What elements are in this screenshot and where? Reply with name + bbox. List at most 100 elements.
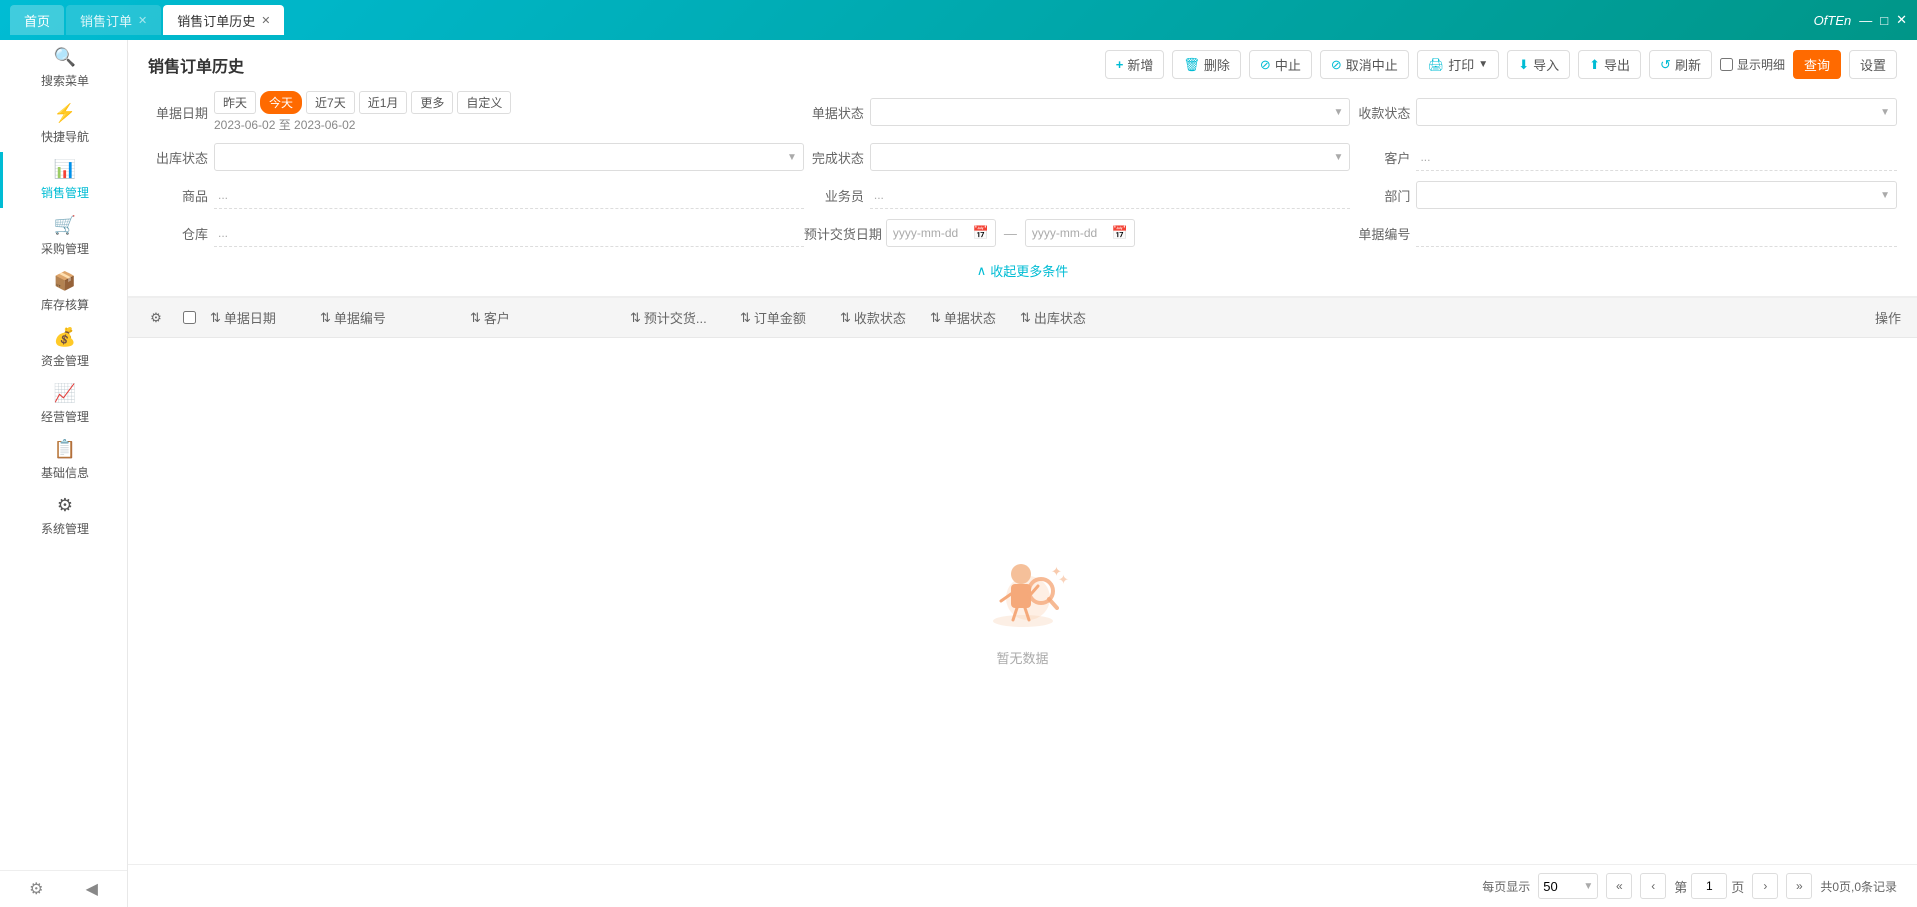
filter-out-status-select[interactable]: ▼ [214, 143, 804, 171]
delete-button[interactable]: 🗑 删除 [1172, 50, 1241, 79]
filter-salesperson-input[interactable]: ... [870, 181, 1351, 209]
filter-department-select[interactable]: ▼ [1416, 181, 1897, 209]
first-page-btn[interactable]: « [1606, 873, 1632, 899]
complete-status-arrow: ▼ [1334, 152, 1344, 163]
tab-sales-order-close[interactable]: ✕ [138, 14, 147, 27]
select-all-checkbox[interactable] [183, 311, 196, 324]
filter-row-4: 仓库 ... 预计交货日期 yyyy-mm-dd 📅 — yyy [148, 219, 1897, 247]
th-order-status[interactable]: ⇅ 单据状态 [924, 308, 1014, 327]
print-dropdown-icon: ▼ [1478, 59, 1488, 70]
th-date-label: 单据日期 [224, 308, 276, 327]
show-detail-checkbox[interactable] [1720, 58, 1733, 71]
th-recv-status[interactable]: ⇅ 收款状态 [834, 308, 924, 327]
settings-label: 设置 [1860, 55, 1886, 74]
page-size-label: 每页显示 [1482, 878, 1530, 895]
filter-warehouse-item: 仓库 ... [148, 219, 804, 247]
stop-label: 中止 [1275, 55, 1301, 74]
tab-home[interactable]: 首页 [10, 5, 64, 35]
page-size-select[interactable]: 50 ▼ [1538, 873, 1598, 899]
prev-page-btn[interactable]: ‹ [1640, 873, 1666, 899]
filter-goods-input[interactable]: ... [214, 181, 804, 209]
filter-department-item: 部门 ▼ [1350, 181, 1897, 209]
sidebar-item-sales[interactable]: 📊 销售管理 [0, 152, 127, 208]
next-page-btn[interactable]: › [1752, 873, 1778, 899]
date-btn-today[interactable]: 今天 [260, 91, 302, 114]
page-number-input[interactable] [1691, 873, 1727, 899]
date-btn-7days[interactable]: 近7天 [306, 91, 355, 114]
th-customer[interactable]: ⇅ 客户 [464, 308, 624, 327]
operations-icon: 📈 [54, 383, 76, 404]
tab-sales-order-history[interactable]: 销售订单历史 ✕ [163, 5, 284, 35]
settings-bottom-icon[interactable]: ⚙ [29, 879, 43, 899]
collapse-label: 收起更多条件 [990, 261, 1068, 280]
cancel-stop-label: 取消中止 [1346, 55, 1398, 74]
filter-order-status-select[interactable]: ▼ [870, 98, 1351, 126]
filter-delivery-date-to[interactable]: yyyy-mm-dd 📅 [1025, 219, 1135, 247]
print-button[interactable]: 🖨 打印 ▼ [1417, 50, 1499, 79]
export-button[interactable]: ⬆ 导出 [1578, 50, 1641, 79]
date-btn-1month[interactable]: 近1月 [359, 91, 408, 114]
expand-icon[interactable]: ◀ [86, 879, 98, 899]
th-out-status[interactable]: ⇅ 出库状态 [1014, 308, 1104, 327]
settings-button[interactable]: 设置 [1849, 50, 1897, 79]
sidebar-item-basic-info[interactable]: 📋 基础信息 [0, 432, 127, 488]
calendar-to-icon: 📅 [1112, 225, 1128, 241]
filter-out-status-label: 出库状态 [148, 148, 208, 167]
delete-label: 删除 [1204, 55, 1230, 74]
th-date-sort-icon: ⇅ [210, 310, 221, 326]
filter-customer-input[interactable]: ... [1416, 143, 1897, 171]
purchase-icon: 🛒 [54, 215, 76, 236]
filter-out-status-item: 出库状态 ▼ [148, 143, 804, 171]
minimize-btn[interactable]: — [1859, 13, 1872, 28]
filter-complete-status-label: 完成状态 [804, 148, 864, 167]
search-icon: 🔍 [54, 47, 76, 68]
date-btn-more[interactable]: 更多 [411, 91, 453, 114]
show-detail-label: 显示明细 [1737, 56, 1785, 73]
th-date[interactable]: ⇅ 单据日期 [204, 308, 314, 327]
stop-button[interactable]: ⊘ 中止 [1249, 50, 1312, 79]
date-btn-custom[interactable]: 自定义 [457, 91, 511, 114]
close-window-btn[interactable]: ✕ [1896, 12, 1907, 28]
sidebar-item-operations[interactable]: 📈 经营管理 [0, 376, 127, 432]
sidebar-item-purchase[interactable]: 🛒 采购管理 [0, 208, 127, 264]
cancel-stop-button[interactable]: ⊘ 取消中止 [1320, 50, 1409, 79]
th-recv-status-label: 收款状态 [854, 308, 906, 327]
filter-date-label: 单据日期 [148, 103, 208, 122]
filter-warehouse-input[interactable]: ... [214, 219, 804, 247]
filter-delivery-date-from[interactable]: yyyy-mm-dd 📅 [886, 219, 996, 247]
query-button[interactable]: 查询 [1793, 50, 1841, 79]
filter-complete-status-select[interactable]: ▼ [870, 143, 1351, 171]
toolbar: + 新增 🗑 删除 ⊘ 中止 ⊘ 取消中止 [1105, 50, 1897, 79]
sidebar-item-finance[interactable]: 💰 资金管理 [0, 320, 127, 376]
refresh-button[interactable]: ↺ 刷新 [1649, 50, 1712, 79]
sidebar-item-quick-nav[interactable]: ⚡ 快捷导航 [0, 96, 127, 152]
maximize-btn[interactable]: □ [1880, 13, 1888, 28]
th-number[interactable]: ⇅ 单据编号 [314, 308, 464, 327]
filter-receipt-status-label: 收款状态 [1350, 103, 1410, 122]
date-quick-btns: 昨天 今天 近7天 近1月 更多 自定义 [214, 91, 511, 114]
sidebar-bottom: ⚙ ◀ [0, 870, 127, 907]
import-button[interactable]: ⬇ 导入 [1507, 50, 1570, 79]
show-detail-wrap: 显示明细 [1720, 56, 1785, 73]
tab-sales-order-history-close[interactable]: ✕ [261, 14, 270, 27]
th-amount-label: 订单金额 [754, 308, 806, 327]
collapse-more[interactable]: ∧ 收起更多条件 [148, 257, 1897, 284]
last-page-btn[interactable]: » [1786, 873, 1812, 899]
th-delivery[interactable]: ⇅ 预计交货... [624, 308, 734, 327]
new-button[interactable]: + 新增 [1105, 50, 1165, 79]
th-checkbox[interactable] [174, 311, 204, 324]
date-btn-yesterday[interactable]: 昨天 [214, 91, 256, 114]
th-operation: 操作 [1104, 308, 1907, 327]
sidebar-item-inventory[interactable]: 📦 库存核算 [0, 264, 127, 320]
filter-goods-item: 商品 ... [148, 181, 804, 209]
filter-receipt-status-select[interactable]: ▼ [1416, 98, 1897, 126]
filter-order-num-input[interactable] [1416, 219, 1897, 247]
sidebar-item-search[interactable]: 🔍 搜索菜单 [0, 40, 127, 96]
delete-icon: 🗑 [1183, 57, 1200, 73]
tab-sales-order[interactable]: 销售订单 ✕ [66, 5, 161, 35]
th-settings[interactable]: ⚙ [138, 310, 174, 326]
out-status-arrow: ▼ [787, 152, 797, 163]
filter-date-control: 昨天 今天 近7天 近1月 更多 自定义 2023-06-02 至 2023-0… [214, 91, 804, 133]
sidebar-item-system[interactable]: ⚙ 系统管理 [0, 488, 127, 544]
th-amount[interactable]: ⇅ 订单金额 [734, 308, 834, 327]
